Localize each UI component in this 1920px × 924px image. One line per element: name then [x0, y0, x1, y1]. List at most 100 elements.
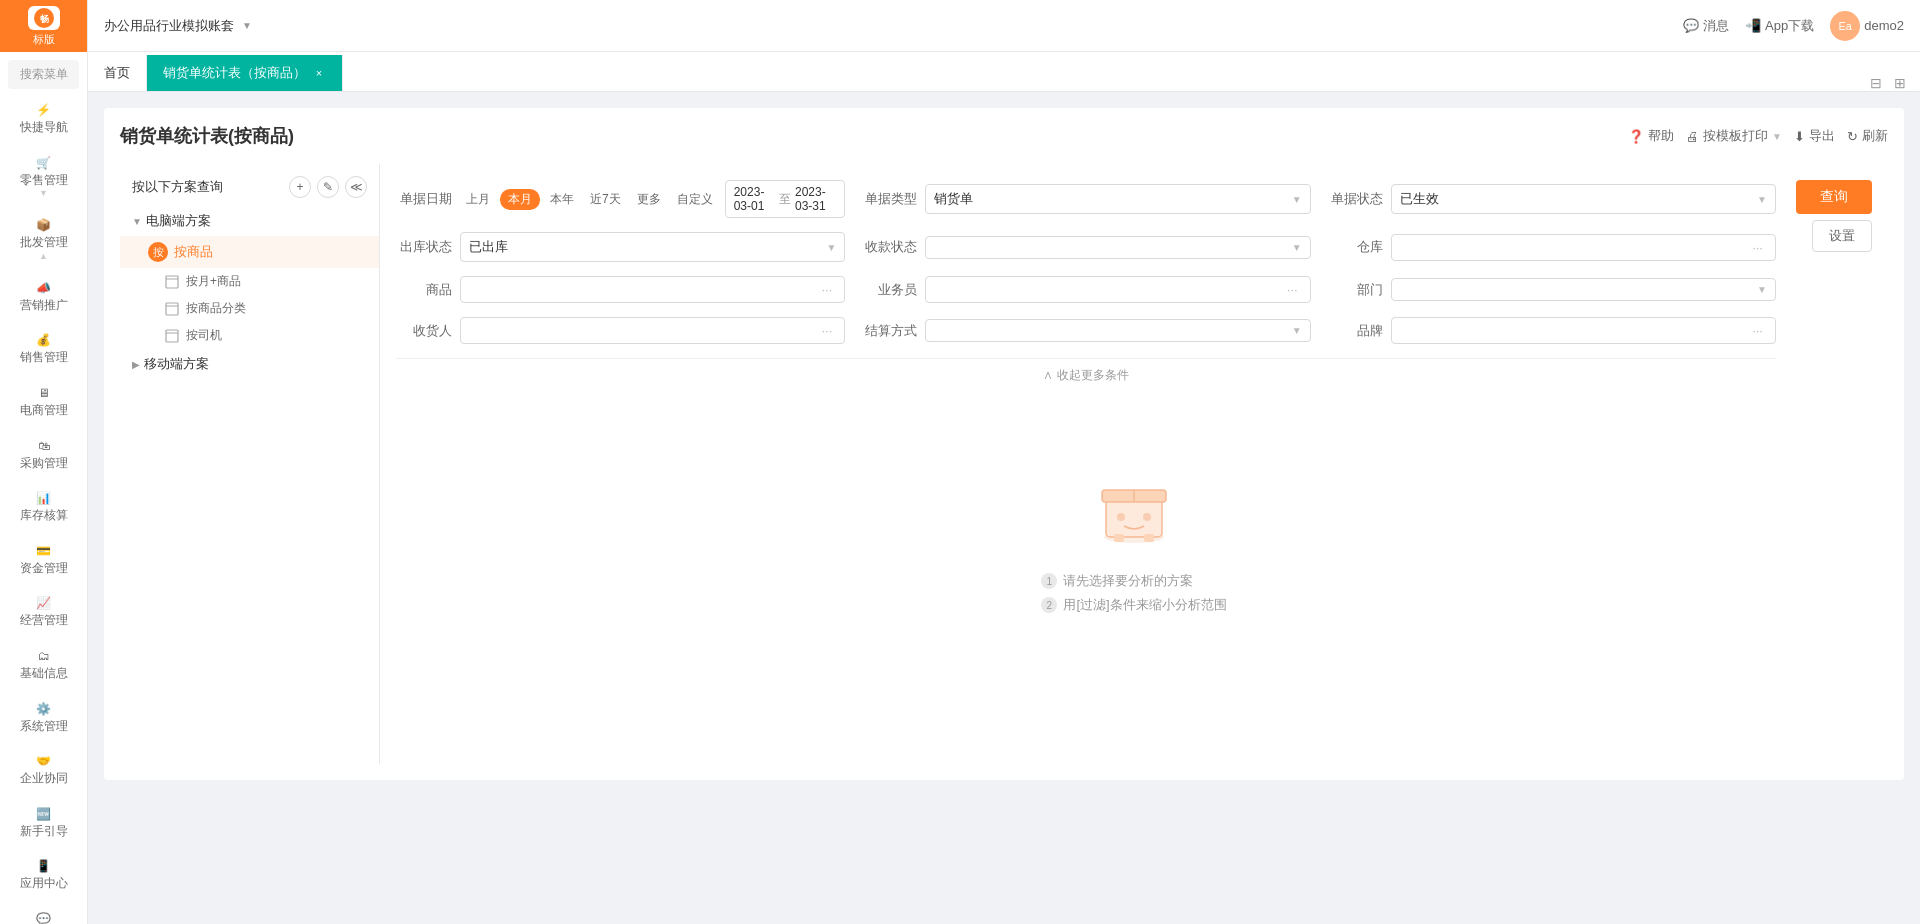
sidebar-item-purchase[interactable]: 🛍 采购管理	[0, 429, 87, 482]
wholesale-label: 批发管理	[20, 235, 68, 251]
this-month-btn[interactable]: 本月	[500, 189, 540, 210]
more-date-btn[interactable]: 更多	[631, 189, 667, 210]
svg-point-14	[1117, 513, 1125, 521]
consignee-label: 收货人	[396, 322, 452, 340]
sidebar-item-inventory[interactable]: 📊 库存核算	[0, 481, 87, 534]
purchase-icon: 🛍	[38, 439, 50, 453]
tree-item-by-product[interactable]: 按 按商品	[120, 236, 379, 268]
page-title: 销货单统计表(按商品)	[120, 124, 294, 148]
custom-date-btn[interactable]: 自定义	[671, 189, 719, 210]
consignee-select[interactable]: ···	[460, 317, 845, 344]
content-area: 销货单统计表(按商品) ❓ 帮助 🖨 按模板打印 ▼ ⬇ 导出	[88, 92, 1920, 924]
export-btn[interactable]: ⬇ 导出	[1794, 127, 1835, 145]
help-btn[interactable]: ❓ 帮助	[1628, 127, 1674, 145]
last-month-btn[interactable]: 上月	[460, 189, 496, 210]
sidebar-item-guide[interactable]: 🆕 新手引导	[0, 797, 87, 850]
out-status-label: 出库状态	[396, 238, 452, 256]
user-btn[interactable]: Ea demo2	[1830, 11, 1904, 41]
add-scheme-btn[interactable]: +	[289, 176, 311, 198]
brand-dots[interactable]: ···	[1748, 323, 1767, 338]
date-field-label: 单据日期	[396, 190, 452, 208]
template-print-btn[interactable]: 🖨 按模板打印 ▼	[1686, 127, 1782, 145]
sidebar-item-operations[interactable]: 📈 经营管理	[0, 586, 87, 639]
tip-num-2: 2	[1041, 597, 1057, 613]
collapse-bar[interactable]: ∧ 收起更多条件	[396, 358, 1776, 392]
app-logo[interactable]: 畅 标版	[0, 0, 87, 52]
tree-group-mobile-header[interactable]: ▶ 移动端方案	[120, 349, 379, 379]
industry-dropdown-arrow[interactable]: ▼	[242, 20, 252, 31]
svg-rect-2	[166, 276, 178, 288]
query-button[interactable]: 查询	[1796, 180, 1872, 214]
collapse-panel-btn[interactable]: ≪	[345, 176, 367, 198]
empty-tip-2-text: 用[过滤]条件来缩小分析范围	[1063, 596, 1226, 614]
sidebar-item-wholesale[interactable]: 📦 批发管理 ▲	[0, 208, 87, 271]
salesperson-dots[interactable]: ···	[1283, 282, 1302, 297]
product-label: 商品	[396, 281, 452, 299]
marketing-icon: 📣	[36, 281, 51, 295]
edit-scheme-btn[interactable]: ✎	[317, 176, 339, 198]
salesperson-select[interactable]: ···	[925, 276, 1310, 303]
refresh-btn[interactable]: ↻ 刷新	[1847, 127, 1888, 145]
filter-field-date: 单据日期 上月 本月 本年 近7天 更多 自定义	[396, 180, 845, 218]
tree-group-pc-header[interactable]: ▼ 电脑端方案	[120, 206, 379, 236]
sidebar-item-base[interactable]: 🗂 基础信息	[0, 639, 87, 692]
out-status-select[interactable]: 已出库 ▼	[460, 232, 845, 262]
main-area: 办公用品行业模拟账套 ▼ 💬 消息 📲 App下载 Ea demo2	[88, 0, 1920, 924]
bill-type-value: 销货单	[934, 190, 973, 208]
sidebar-item-quicknav[interactable]: ⚡ 快捷导航	[0, 93, 87, 146]
svg-text:畅: 畅	[39, 14, 48, 24]
tree-item-month-product[interactable]: 按月+商品	[120, 268, 379, 295]
tip-num-1: 1	[1041, 573, 1057, 589]
sidebar-item-retail[interactable]: 🛒 零售管理 ▼	[0, 146, 87, 209]
inventory-label: 库存核算	[20, 508, 68, 524]
tree-item-driver[interactable]: 按司机	[120, 322, 379, 349]
warehouse-select[interactable]: ···	[1391, 234, 1776, 261]
date-quick-btns: 上月 本月 本年 近7天 更多 自定义	[460, 189, 719, 210]
warehouse-dots[interactable]: ···	[1748, 240, 1767, 255]
receipt-status-select[interactable]: ▼	[925, 236, 1310, 259]
tab-sales-stats[interactable]: 销货单统计表（按商品） ×	[147, 55, 343, 91]
sidebar-item-enterprise[interactable]: 🤝 企业协同	[0, 744, 87, 797]
sidebar-item-system[interactable]: ⚙️ 系统管理	[0, 692, 87, 745]
tab-close-btn[interactable]: ×	[312, 66, 326, 80]
tree-arrow-mobile: ▶	[132, 359, 140, 370]
sidebar-item-wechat[interactable]: 💬 企业微信	[0, 902, 87, 924]
enterprise-icon: 🤝	[36, 754, 51, 768]
last-7days-btn[interactable]: 近7天	[584, 189, 627, 210]
department-select[interactable]: ▼	[1391, 278, 1776, 301]
message-icon: 💬	[1683, 18, 1699, 33]
product-select[interactable]: ···	[460, 276, 845, 303]
base-icon: 🗂	[38, 649, 50, 663]
bill-type-arrow: ▼	[1292, 194, 1302, 205]
sidebar-item-ecommerce[interactable]: 🖥 电商管理	[0, 376, 87, 429]
filter-field-warehouse: 仓库 ···	[1327, 234, 1776, 261]
this-year-btn[interactable]: 本年	[544, 189, 580, 210]
empty-tips: 1 请先选择要分析的方案 2 用[过滤]条件来缩小分析范围	[1041, 572, 1226, 620]
empty-tip-2: 2 用[过滤]条件来缩小分析范围	[1041, 596, 1226, 614]
refresh-icon: ↻	[1847, 129, 1858, 144]
search-menu[interactable]: 搜索菜单	[8, 60, 79, 89]
tree-item-product-category[interactable]: 按商品分类	[120, 295, 379, 322]
quicknav-icon: ⚡	[36, 103, 51, 117]
date-input-group[interactable]: 2023-03-01 至 2023-03-31	[725, 180, 846, 218]
consignee-dots[interactable]: ···	[817, 323, 836, 338]
tab-home[interactable]: 首页	[88, 55, 147, 91]
sidebar-item-marketing[interactable]: 📣 营销推广	[0, 271, 87, 324]
sales-icon: 💰	[36, 333, 51, 347]
bill-status-select[interactable]: 已生效 ▼	[1391, 184, 1776, 214]
settings-button[interactable]: 设置	[1812, 220, 1872, 252]
svg-rect-17	[1144, 534, 1154, 542]
tab-maximize-btn[interactable]: ⊞	[1888, 75, 1912, 91]
sidebar-item-sales[interactable]: 💰 销售管理	[0, 323, 87, 376]
tab-minimize-btn[interactable]: ⊟	[1864, 75, 1888, 91]
payment-select[interactable]: ▼	[925, 319, 1310, 342]
sidebar-item-finance[interactable]: 💳 资金管理	[0, 534, 87, 587]
left-panel: 按以下方案查询 + ✎ ≪ ▼ 电脑端方案	[120, 164, 380, 764]
message-btn[interactable]: 💬 消息	[1683, 17, 1729, 35]
bill-type-select[interactable]: 销货单 ▼	[925, 184, 1310, 214]
product-dots[interactable]: ···	[817, 282, 836, 297]
sidebar-item-appcenter[interactable]: 📱 应用中心	[0, 849, 87, 902]
brand-select[interactable]: ···	[1391, 317, 1776, 344]
out-status-value: 已出库	[469, 238, 508, 256]
app-download-btn[interactable]: 📲 App下载	[1745, 17, 1814, 35]
